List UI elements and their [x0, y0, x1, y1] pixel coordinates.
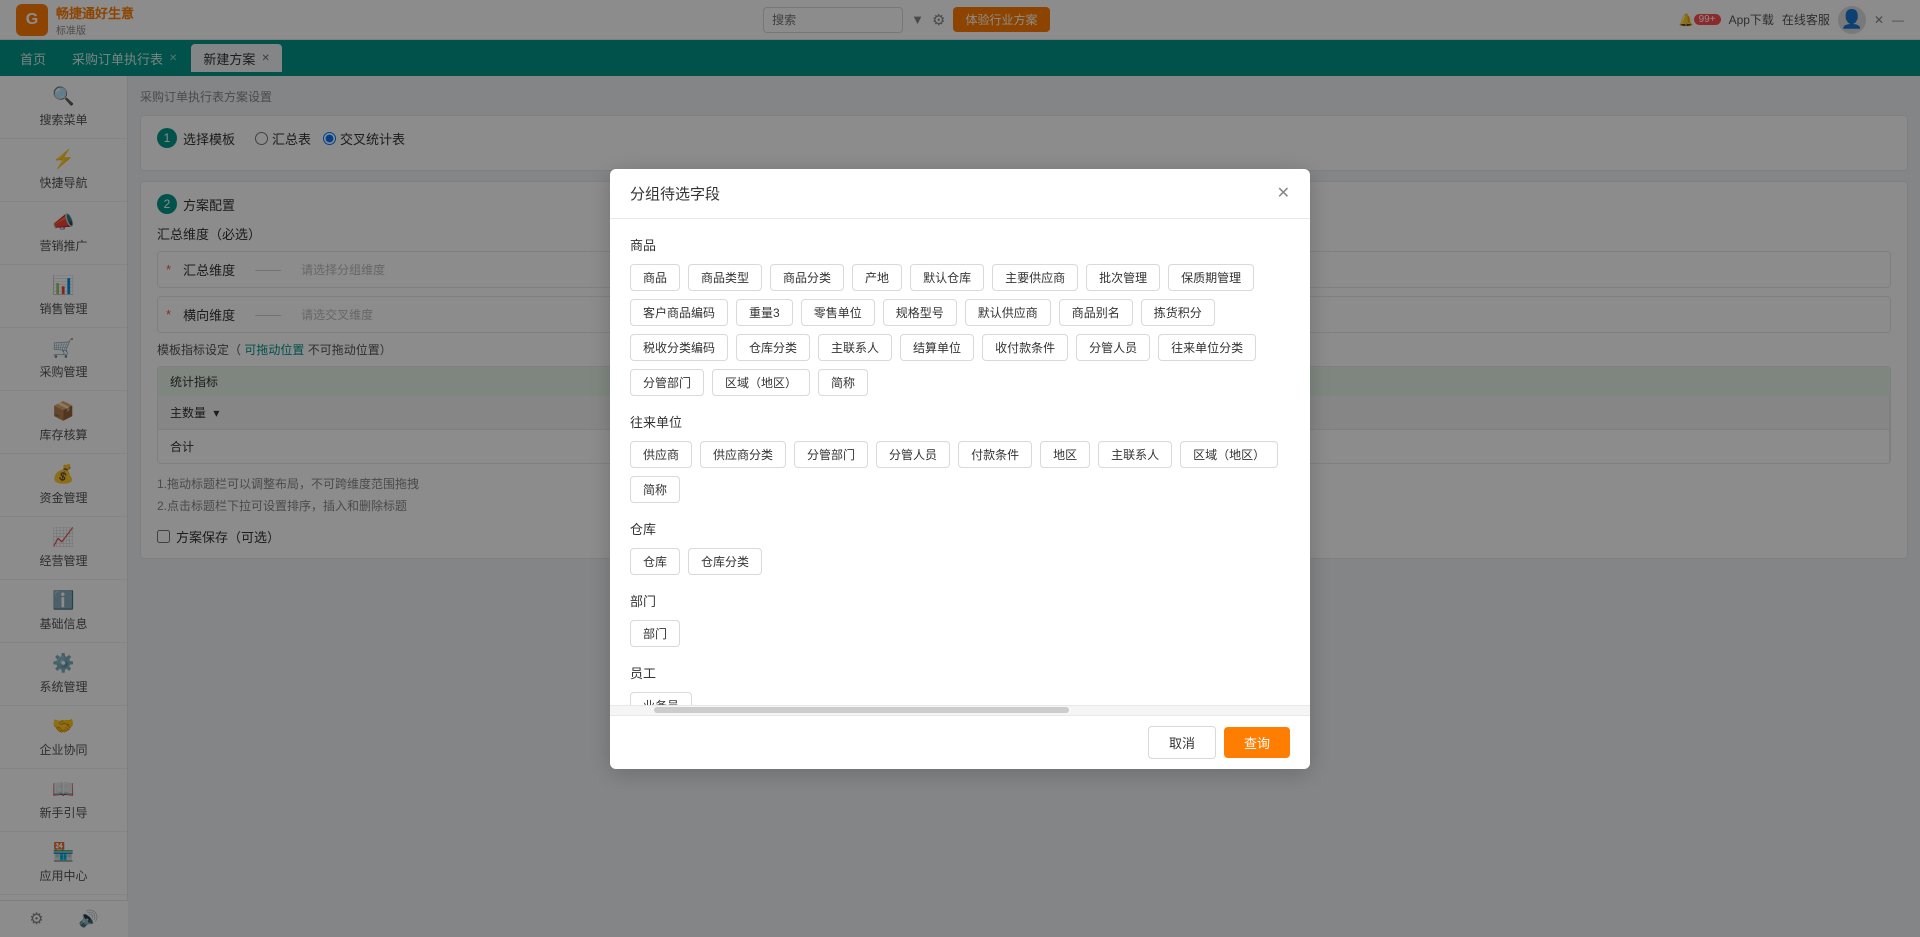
- field-tag[interactable]: 批次管理: [1086, 264, 1160, 291]
- field-tag[interactable]: 收付款条件: [982, 334, 1068, 361]
- field-tag[interactable]: 商品别名: [1059, 299, 1133, 326]
- section-goods-title: 商品: [630, 235, 1290, 254]
- field-tag[interactable]: 规格型号: [883, 299, 957, 326]
- section-department-tags: 部门: [630, 620, 1290, 647]
- section-employee: 员工 业务员: [630, 663, 1290, 705]
- hscroll-thumb[interactable]: [654, 707, 1069, 713]
- section-warehouse-tags: 仓库 仓库分类: [630, 548, 1290, 575]
- section-partner-title: 往来单位: [630, 412, 1290, 431]
- field-tag[interactable]: 付款条件: [958, 441, 1032, 468]
- section-warehouse-title: 仓库: [630, 519, 1290, 538]
- section-department-title: 部门: [630, 591, 1290, 610]
- field-tag[interactable]: 拣货积分: [1141, 299, 1215, 326]
- field-tag[interactable]: 分管人员: [876, 441, 950, 468]
- section-partner: 往来单位 供应商 供应商分类 分管部门 分管人员 付款条件 地区 主联系人 区域…: [630, 412, 1290, 503]
- modal-hscroll[interactable]: [610, 705, 1310, 715]
- field-tag[interactable]: 结算单位: [900, 334, 974, 361]
- field-select-modal: 分组待选字段 ✕ 商品 商品 商品类型 商品分类 产地 默认仓库 主要供应商 批…: [610, 169, 1310, 769]
- field-tag[interactable]: 商品类型: [688, 264, 762, 291]
- field-tag[interactable]: 客户商品编码: [630, 299, 728, 326]
- field-tag[interactable]: 区域（地区）: [1180, 441, 1278, 468]
- field-tag[interactable]: 商品分类: [770, 264, 844, 291]
- field-tag[interactable]: 仓库: [630, 548, 680, 575]
- section-department: 部门 部门: [630, 591, 1290, 647]
- field-tag[interactable]: 税收分类编码: [630, 334, 728, 361]
- modal-title: 分组待选字段: [630, 183, 720, 204]
- field-tag[interactable]: 仓库分类: [688, 548, 762, 575]
- modal-footer: 取消 查询: [610, 715, 1310, 769]
- section-employee-title: 员工: [630, 663, 1290, 682]
- section-goods-tags: 商品 商品类型 商品分类 产地 默认仓库 主要供应商 批次管理 保质期管理 客户…: [630, 264, 1290, 396]
- modal-header: 分组待选字段 ✕: [610, 169, 1310, 219]
- field-tag[interactable]: 供应商分类: [700, 441, 786, 468]
- field-tag[interactable]: 默认供应商: [965, 299, 1051, 326]
- modal-close-icon[interactable]: ✕: [1277, 183, 1290, 203]
- field-tag[interactable]: 分管部门: [630, 369, 704, 396]
- field-tag[interactable]: 主要供应商: [992, 264, 1078, 291]
- section-partner-tags: 供应商 供应商分类 分管部门 分管人员 付款条件 地区 主联系人 区域（地区） …: [630, 441, 1290, 503]
- field-tag[interactable]: 供应商: [630, 441, 692, 468]
- section-goods: 商品 商品 商品类型 商品分类 产地 默认仓库 主要供应商 批次管理 保质期管理…: [630, 235, 1290, 396]
- field-tag[interactable]: 分管人员: [1076, 334, 1150, 361]
- field-tag[interactable]: 保质期管理: [1168, 264, 1254, 291]
- cancel-button[interactable]: 取消: [1148, 726, 1216, 759]
- field-tag[interactable]: 简称: [818, 369, 868, 396]
- field-tag[interactable]: 地区: [1040, 441, 1090, 468]
- field-tag[interactable]: 主联系人: [818, 334, 892, 361]
- field-tag[interactable]: 部门: [630, 620, 680, 647]
- field-tag[interactable]: 区域（地区）: [712, 369, 810, 396]
- field-tag[interactable]: 主联系人: [1098, 441, 1172, 468]
- section-employee-tags: 业务员: [630, 692, 1290, 705]
- modal-body[interactable]: 商品 商品 商品类型 商品分类 产地 默认仓库 主要供应商 批次管理 保质期管理…: [610, 219, 1310, 705]
- section-warehouse: 仓库 仓库 仓库分类: [630, 519, 1290, 575]
- field-tag[interactable]: 简称: [630, 476, 680, 503]
- field-tag[interactable]: 仓库分类: [736, 334, 810, 361]
- field-tag[interactable]: 重量3: [736, 299, 793, 326]
- field-tag[interactable]: 分管部门: [794, 441, 868, 468]
- field-tag[interactable]: 零售单位: [801, 299, 875, 326]
- field-tag[interactable]: 默认仓库: [910, 264, 984, 291]
- field-tag[interactable]: 产地: [852, 264, 902, 291]
- field-tag[interactable]: 往来单位分类: [1158, 334, 1256, 361]
- modal-overlay: 分组待选字段 ✕ 商品 商品 商品类型 商品分类 产地 默认仓库 主要供应商 批…: [0, 0, 1920, 937]
- field-tag[interactable]: 业务员: [630, 692, 692, 705]
- confirm-button[interactable]: 查询: [1224, 727, 1290, 758]
- field-tag[interactable]: 商品: [630, 264, 680, 291]
